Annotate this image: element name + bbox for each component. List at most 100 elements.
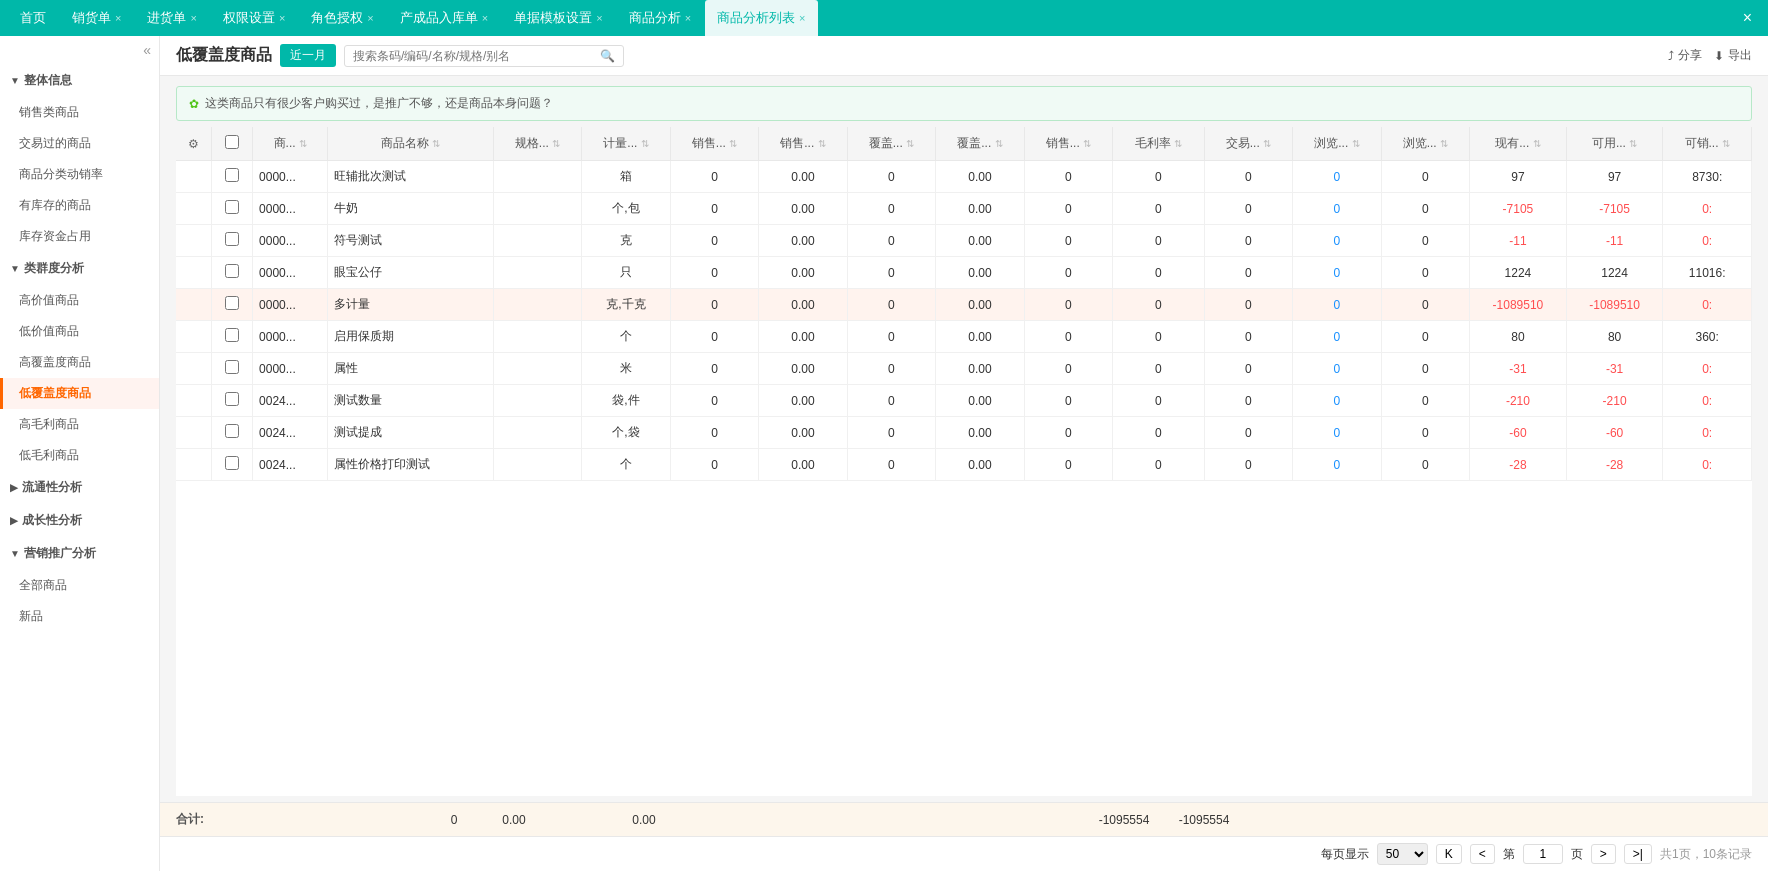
current-stock-column-header[interactable]: 现有... ⇅	[1470, 127, 1567, 161]
share-button[interactable]: ⤴ 分享	[1668, 47, 1702, 64]
row-checkbox[interactable]	[212, 449, 253, 481]
page-number-input[interactable]	[1523, 844, 1563, 864]
close-icon[interactable]: ×	[685, 12, 691, 24]
settings-column-header[interactable]: ⚙	[176, 127, 212, 161]
sales-qty-column-header[interactable]: 销售... ⇅	[670, 127, 758, 161]
sidebar-group-marketing[interactable]: ▼ 营销推广分析	[0, 537, 159, 570]
sidebar-group-growth[interactable]: ▶ 成长性分析	[0, 504, 159, 537]
sales-amt-column-header[interactable]: 销售... ⇅	[759, 127, 847, 161]
code-column-header[interactable]: 商... ⇅	[253, 127, 328, 161]
sidebar-item-traded-products[interactable]: 交易过的商品	[0, 128, 159, 159]
row-v1[interactable]: 0	[1293, 225, 1381, 257]
next-page-button[interactable]: >	[1591, 844, 1616, 864]
name-column-header[interactable]: 商品名称 ⇅	[328, 127, 493, 161]
close-icon[interactable]: ×	[482, 12, 488, 24]
last-page-button[interactable]: >|	[1624, 844, 1652, 864]
row-name: 测试提成	[328, 417, 493, 449]
global-close-button[interactable]: ×	[1735, 9, 1760, 27]
sidebar-group-overall[interactable]: ▼ 整体信息	[0, 64, 159, 97]
first-page-button[interactable]: K	[1436, 844, 1462, 864]
row-v1[interactable]: 0	[1293, 321, 1381, 353]
row-v1[interactable]: 0	[1293, 417, 1381, 449]
row-checkbox[interactable]	[212, 321, 253, 353]
close-icon[interactable]: ×	[115, 12, 121, 24]
sellable-column-header[interactable]: 可销... ⇅	[1663, 127, 1752, 161]
sidebar-item-stocked-products[interactable]: 有库存的商品	[0, 190, 159, 221]
sales3-column-header[interactable]: 销售... ⇅	[1024, 127, 1112, 161]
unit-column-header[interactable]: 计量... ⇅	[582, 127, 670, 161]
row-checkbox[interactable]	[212, 385, 253, 417]
share-icon: ⤴	[1668, 49, 1674, 63]
sidebar-item-low-value[interactable]: 低价值商品	[0, 316, 159, 347]
row-checkbox[interactable]	[212, 289, 253, 321]
sidebar-group-quality[interactable]: ▼ 类群度分析	[0, 252, 159, 285]
nav-product-analysis-list[interactable]: 商品分析列表 ×	[705, 0, 817, 36]
view1-column-header[interactable]: 浏览... ⇅	[1293, 127, 1381, 161]
row-v1[interactable]: 0	[1293, 449, 1381, 481]
row-v1[interactable]: 0	[1293, 385, 1381, 417]
row-v1[interactable]: 0	[1293, 353, 1381, 385]
row-checkbox[interactable]	[212, 193, 253, 225]
row-v1[interactable]: 0	[1293, 257, 1381, 289]
row-spec	[493, 193, 581, 225]
row-s3: 0	[1024, 257, 1112, 289]
sidebar-item-high-coverage[interactable]: 高覆盖度商品	[0, 347, 159, 378]
nav-home[interactable]: 首页	[8, 0, 58, 36]
export-button[interactable]: ⬇ 导出	[1714, 47, 1752, 64]
sidebar-item-low-coverage[interactable]: 低覆盖度商品	[0, 378, 159, 409]
close-icon[interactable]: ×	[799, 12, 805, 24]
gross-margin-column-header[interactable]: 毛利率 ⇅	[1113, 127, 1205, 161]
row-name: 牛奶	[328, 193, 493, 225]
row-v1[interactable]: 0	[1293, 289, 1381, 321]
nav-template-settings[interactable]: 单据模板设置 ×	[502, 0, 614, 36]
sidebar-item-all-products[interactable]: 全部商品	[0, 570, 159, 601]
row-checkbox[interactable]	[212, 161, 253, 193]
sidebar-item-low-margin[interactable]: 低毛利商品	[0, 440, 159, 471]
sidebar-group-flow[interactable]: ▶ 流通性分析	[0, 471, 159, 504]
collapse-sidebar-button[interactable]: «	[0, 36, 159, 64]
trade-column-header[interactable]: 交易... ⇅	[1204, 127, 1292, 161]
search-input[interactable]	[353, 49, 596, 63]
nav-finished-goods[interactable]: 产成品入库单 ×	[388, 0, 500, 36]
row-c2: 0.00	[936, 289, 1024, 321]
sidebar-item-new-products[interactable]: 新品	[0, 601, 159, 632]
row-v1[interactable]: 0	[1293, 193, 1381, 225]
checkbox-column-header[interactable]	[212, 127, 253, 161]
row-checkbox[interactable]	[212, 225, 253, 257]
nav-product-analysis[interactable]: 商品分析 ×	[617, 0, 703, 36]
row-v1[interactable]: 0	[1293, 161, 1381, 193]
nav-sales-order[interactable]: 销货单 ×	[60, 0, 133, 36]
close-icon[interactable]: ×	[596, 12, 602, 24]
nav-permission-settings[interactable]: 权限设置 ×	[211, 0, 297, 36]
view2-column-header[interactable]: 浏览... ⇅	[1381, 127, 1469, 161]
close-icon[interactable]: ×	[367, 12, 373, 24]
sidebar-item-high-margin[interactable]: 高毛利商品	[0, 409, 159, 440]
coverage2-column-header[interactable]: 覆盖... ⇅	[936, 127, 1024, 161]
data-table-container[interactable]: ⚙ 商... ⇅ 商品名称 ⇅ 规格... ⇅ 计量... ⇅ 销售... ⇅ …	[176, 127, 1752, 796]
search-icon[interactable]: 🔍	[600, 49, 615, 63]
row-checkbox[interactable]	[212, 417, 253, 449]
nav-purchase-order[interactable]: 进货单 ×	[135, 0, 208, 36]
sidebar-item-sales-products[interactable]: 销售类商品	[0, 97, 159, 128]
row-v2: 0	[1381, 417, 1469, 449]
close-icon[interactable]: ×	[279, 12, 285, 24]
row-checkbox[interactable]	[212, 353, 253, 385]
row-sellable: 0:	[1663, 289, 1752, 321]
date-range-button[interactable]: 近一月	[280, 44, 336, 67]
coverage1-column-header[interactable]: 覆盖... ⇅	[847, 127, 935, 161]
header-actions: ⤴ 分享 ⬇ 导出	[1668, 47, 1752, 64]
row-c1: 0	[847, 449, 935, 481]
page-size-select[interactable]: 50 20 100 200	[1377, 843, 1428, 865]
sidebar-item-high-value[interactable]: 高价值商品	[0, 285, 159, 316]
row-checkbox[interactable]	[212, 257, 253, 289]
sidebar-item-inventory-capital[interactable]: 库存资金占用	[0, 221, 159, 252]
close-icon[interactable]: ×	[190, 12, 196, 24]
row-spec	[493, 225, 581, 257]
nav-role-auth[interactable]: 角色授权 ×	[299, 0, 385, 36]
available-stock-column-header[interactable]: 可用... ⇅	[1566, 127, 1663, 161]
sidebar-item-category-sales-rate[interactable]: 商品分类动销率	[0, 159, 159, 190]
row-sellable: 0:	[1663, 417, 1752, 449]
prev-page-button[interactable]: <	[1470, 844, 1495, 864]
spec-column-header[interactable]: 规格... ⇅	[493, 127, 581, 161]
row-gm: 0	[1113, 385, 1205, 417]
